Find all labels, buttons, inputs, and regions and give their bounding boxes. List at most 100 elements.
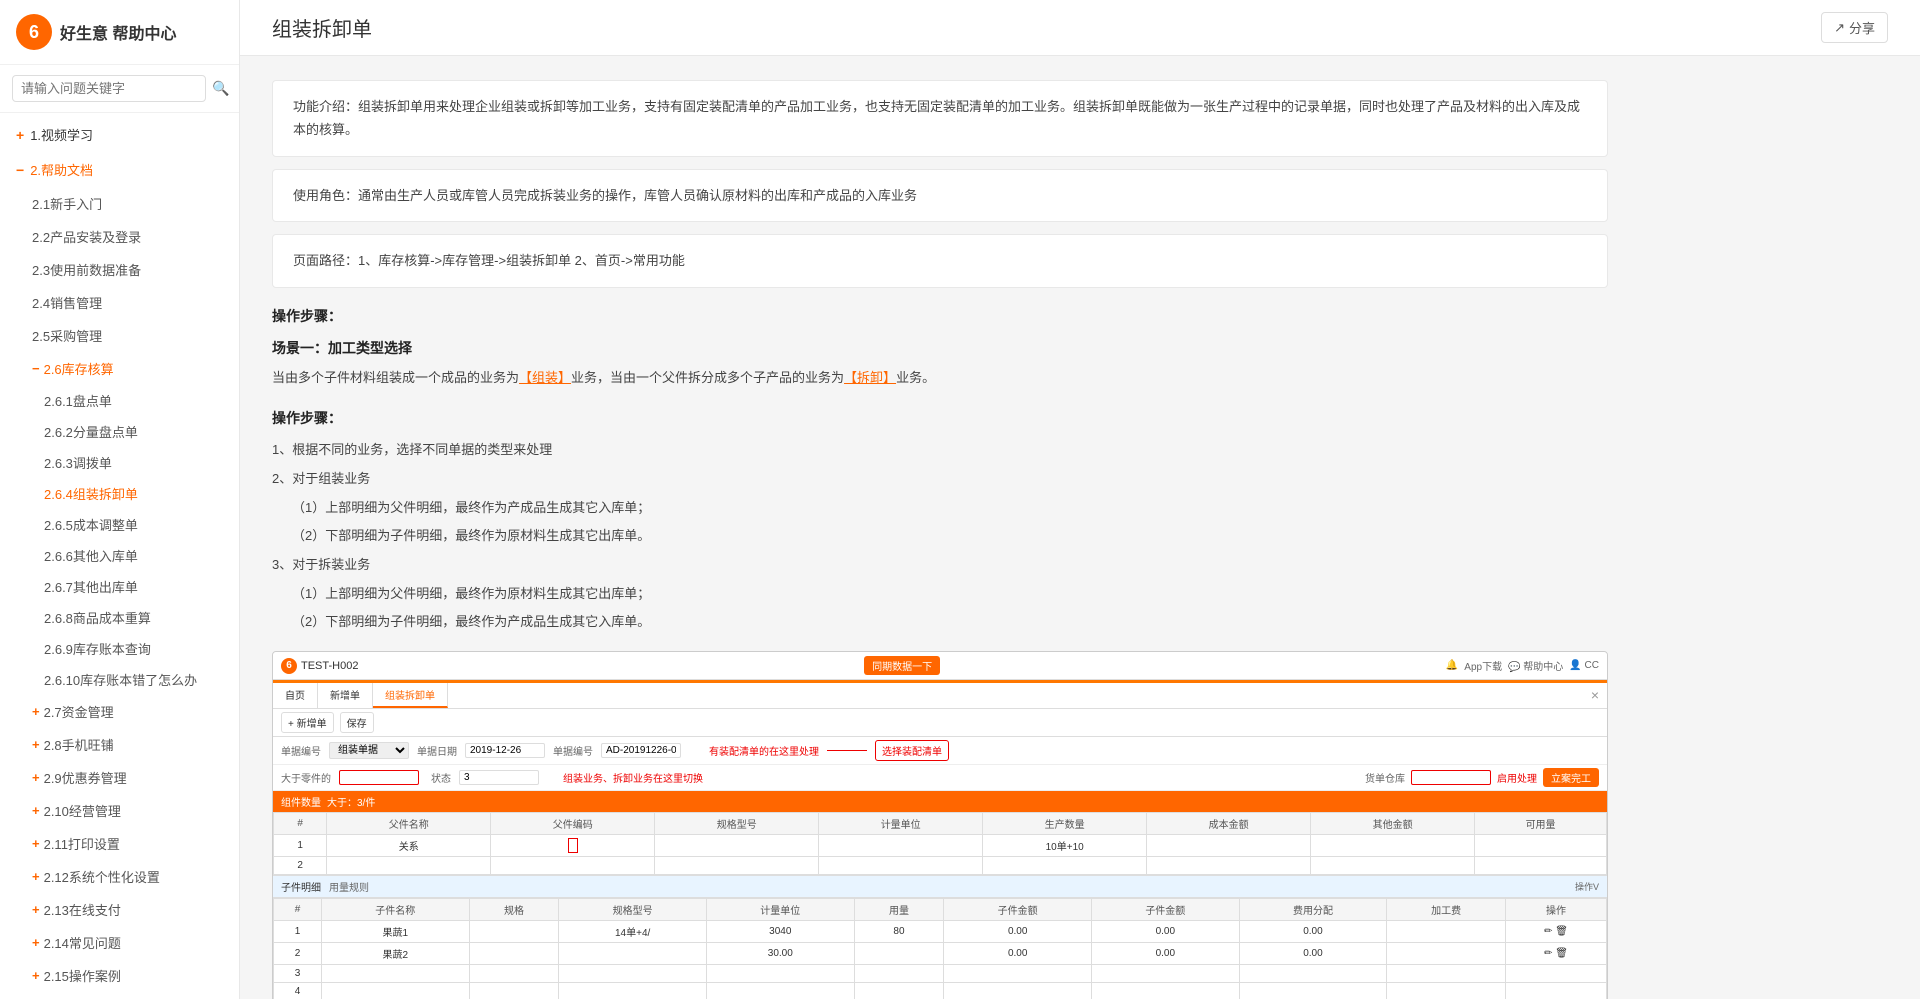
plus-icon-2.13: +	[32, 902, 40, 917]
sim-section-child: 子件明细 用量规则 操作V	[273, 875, 1607, 898]
sidebar-item-2.10[interactable]: + 2.10经营管理	[0, 794, 239, 827]
sidebar-item-2.6.7[interactable]: 2.6.7其他出库单	[0, 571, 239, 602]
sidebar-item-2.6.4[interactable]: 2.6.4组装拆卸单	[0, 478, 239, 509]
sim-col-parent-code: 父件编码	[491, 813, 655, 835]
sim-col-qty: 生产数量	[983, 813, 1147, 835]
step-ops-title: 操作步骤：	[272, 408, 1608, 428]
intro-block-2: 使用角色：通常由生产人员或库管人员完成拆装业务的操作，库管人员确认原材料的出库和…	[272, 169, 1608, 222]
sim-close-btn[interactable]: ×	[1583, 683, 1607, 708]
sidebar-item-2.8[interactable]: + 2.8手机旺铺	[0, 728, 239, 761]
sim-tab-new[interactable]: 新增单	[318, 683, 373, 708]
sidebar-item-docs[interactable]: − 2.帮助文档	[0, 152, 239, 187]
sim-section-parent-sub: 大于：3/件	[327, 794, 375, 809]
sim-input-status[interactable]	[459, 770, 539, 785]
sidebar-item-2.9[interactable]: + 2.9优惠券管理	[0, 761, 239, 794]
logo-icon: 6	[16, 14, 52, 50]
table-row: 2 果蔬2 30.00 0.00 0.00 0.00 ✏ 🗑	[274, 943, 1607, 965]
sim-icon-user: 👤 CC	[1569, 660, 1599, 671]
sidebar-item-2.6.2[interactable]: 2.6.2分量盘点单	[0, 416, 239, 447]
sim-logo: 6 TEST-H002	[281, 658, 358, 674]
sidebar-item-video[interactable]: + 1.视频学习	[0, 117, 239, 152]
sidebar-item-2.13[interactable]: + 2.13在线支付	[0, 893, 239, 926]
sidebar-item-2.1[interactable]: 2.1新手入门	[0, 187, 239, 220]
sidebar-item-2.2[interactable]: 2.2产品安装及登录	[0, 220, 239, 253]
sim-col-spec: 规格型号	[655, 813, 819, 835]
sim-child-table: # 子件名称 规格 规格型号 计量单位 用量 子件金额 子件金额 费用分配 加工…	[273, 898, 1607, 999]
sidebar-item-2.6.10[interactable]: 2.6.10库存账本错了怎么办	[0, 664, 239, 695]
sim-input-type[interactable]	[339, 770, 419, 785]
plus-icon-2.7: +	[32, 704, 40, 719]
top-bar: 组装拆卸单 ↗ 分享	[240, 0, 1920, 56]
sim-tab-assembly[interactable]: 组装拆卸单	[373, 683, 448, 708]
sidebar-item-2.5[interactable]: 2.5采购管理	[0, 319, 239, 352]
sidebar-item-2.7[interactable]: + 2.7资金管理	[0, 695, 239, 728]
sidebar-item-2.6.9[interactable]: 2.6.9库存账本查询	[0, 633, 239, 664]
sim-input-warehouse[interactable]	[1411, 770, 1491, 785]
sim-input-date[interactable]	[465, 743, 545, 758]
table-row: 3	[274, 965, 1607, 983]
annotation-type-switch: 组装业务、拆卸业务在这里切换	[563, 770, 703, 785]
annotation-line1	[827, 750, 867, 751]
page-title: 组装拆卸单	[272, 13, 372, 42]
sidebar-item-2.6.6[interactable]: 2.6.6其他入库单	[0, 540, 239, 571]
plus-icon: +	[16, 127, 24, 143]
sidebar-item-2.4[interactable]: 2.4销售管理	[0, 286, 239, 319]
sim-input-no[interactable]	[601, 743, 681, 758]
sidebar-item-2.6.5[interactable]: 2.6.5成本调整单	[0, 509, 239, 540]
search-input[interactable]	[12, 75, 206, 102]
sim-section-parent-label: 组件数量	[281, 794, 321, 809]
plus-icon-2.8: +	[32, 737, 40, 752]
sim-select-doctype[interactable]: 组装单据 拆卸单据	[329, 742, 409, 759]
sim-label-status2: 状态	[431, 770, 451, 785]
sim-icon-help: 💬 帮助中心	[1508, 658, 1563, 673]
scenario1-desc: 当由多个子件材料组装成一个成品的业务为【组装】业务，当由一个父件拆分成多个子产品…	[272, 366, 1608, 391]
sim-child-info: 用量规则	[329, 879, 369, 894]
table-row: 4	[274, 983, 1607, 999]
step2-2: （2）下部明细为子件明细，最终作为原材料生成其它出库单。	[272, 524, 1608, 549]
sim-child-table-wrap: # 子件名称 规格 规格型号 计量单位 用量 子件金额 子件金额 费用分配 加工…	[273, 898, 1607, 999]
step3: 3、对于拆装业务	[272, 553, 1608, 578]
sim-parent-table-wrap: # 父件名称 父件编码 规格型号 计量单位 生产数量 成本金额 其他金额 可用量	[273, 812, 1607, 875]
sim-form-row1: 单据编号 组装单据 拆卸单据 单据日期 单据编号 有装配清单的在这里处理 选择装…	[273, 737, 1607, 765]
sim-red-cell	[568, 838, 578, 853]
sim-toolbar: + 新增单 保存	[273, 709, 1607, 737]
logo-area: 6 好生意 帮助中心	[0, 0, 239, 65]
step2-1: （1）上部明细为父件明细，最终作为产成品生成其它入库单；	[272, 496, 1608, 521]
sidebar-item-2.6.1[interactable]: 2.6.1盘点单	[0, 385, 239, 416]
plus-icon-2.15: +	[32, 968, 40, 983]
sim-tab-home[interactable]: 自页	[273, 683, 318, 708]
search-button[interactable]: 🔍	[212, 80, 229, 97]
sidebar-item-2.3[interactable]: 2.3使用前数据准备	[0, 253, 239, 286]
annotation-assembly-list: 有装配清单的在这里处理	[709, 743, 819, 758]
nav-section: + 1.视频学习 − 2.帮助文档 2.1新手入门 2.2产品安装及登录 2.3…	[0, 113, 239, 996]
sim-btn-select-bom[interactable]: 选择装配清单	[875, 740, 949, 761]
intro-block-3: 页面路径：1、库存核算->库存管理->组装拆卸单 2、首页->常用功能	[272, 234, 1608, 287]
step3-1: （1）上部明细为父件明细，最终作为原材料生成其它出库单；	[272, 582, 1608, 607]
sim-btn-save[interactable]: 保存	[340, 712, 374, 733]
sim-tabs: 自页 新增单 组装拆卸单 ×	[273, 683, 1607, 709]
sim-btn-period[interactable]: 同期数据一下	[864, 656, 940, 675]
sim-col-cost: 成本金额	[1147, 813, 1311, 835]
sidebar-item-2.6.3[interactable]: 2.6.3调拨单	[0, 447, 239, 478]
sim-btn-complete[interactable]: 立案完工	[1543, 768, 1599, 787]
table-row: 1 果蔬1 14单+4/ 3040 80 0.00 0.00 0.00 ✏ 🗑	[274, 921, 1607, 943]
sim-icon-bell: 🔔	[1446, 660, 1458, 671]
annotation-enable: 启用处理	[1497, 770, 1537, 785]
sim-tab-spacer	[448, 683, 1583, 708]
sim-label-status: 大于零件的	[281, 770, 331, 785]
sidebar-item-2.6[interactable]: − 2.6库存核算	[0, 352, 239, 385]
sim-logo-icon: 6	[281, 658, 297, 674]
plus-icon-2.12: +	[32, 869, 40, 884]
sidebar-item-2.11[interactable]: + 2.11打印设置	[0, 827, 239, 860]
share-icon: ↗	[1834, 20, 1845, 36]
content-area: 功能介绍：组装拆卸单用来处理企业组装或拆卸等加工业务，支持有固定装配清单的产品加…	[240, 56, 1640, 999]
sim-btn-new-doc[interactable]: + 新增单	[281, 712, 334, 733]
share-button[interactable]: ↗ 分享	[1821, 12, 1888, 43]
sidebar-item-2.15[interactable]: + 2.15操作案例	[0, 959, 239, 992]
sidebar-item-2.14[interactable]: + 2.14常见问题	[0, 926, 239, 959]
step3-2: （2）下部明细为子件明细，最终作为产成品生成其它入库单。	[272, 610, 1608, 635]
sidebar-item-2.6.8[interactable]: 2.6.8商品成本重算	[0, 602, 239, 633]
scenario1-title: 场景一：加工类型选择	[272, 338, 1608, 358]
sidebar-item-2.12[interactable]: + 2.12系统个性化设置	[0, 860, 239, 893]
sim-label-date: 单据日期	[417, 743, 457, 758]
